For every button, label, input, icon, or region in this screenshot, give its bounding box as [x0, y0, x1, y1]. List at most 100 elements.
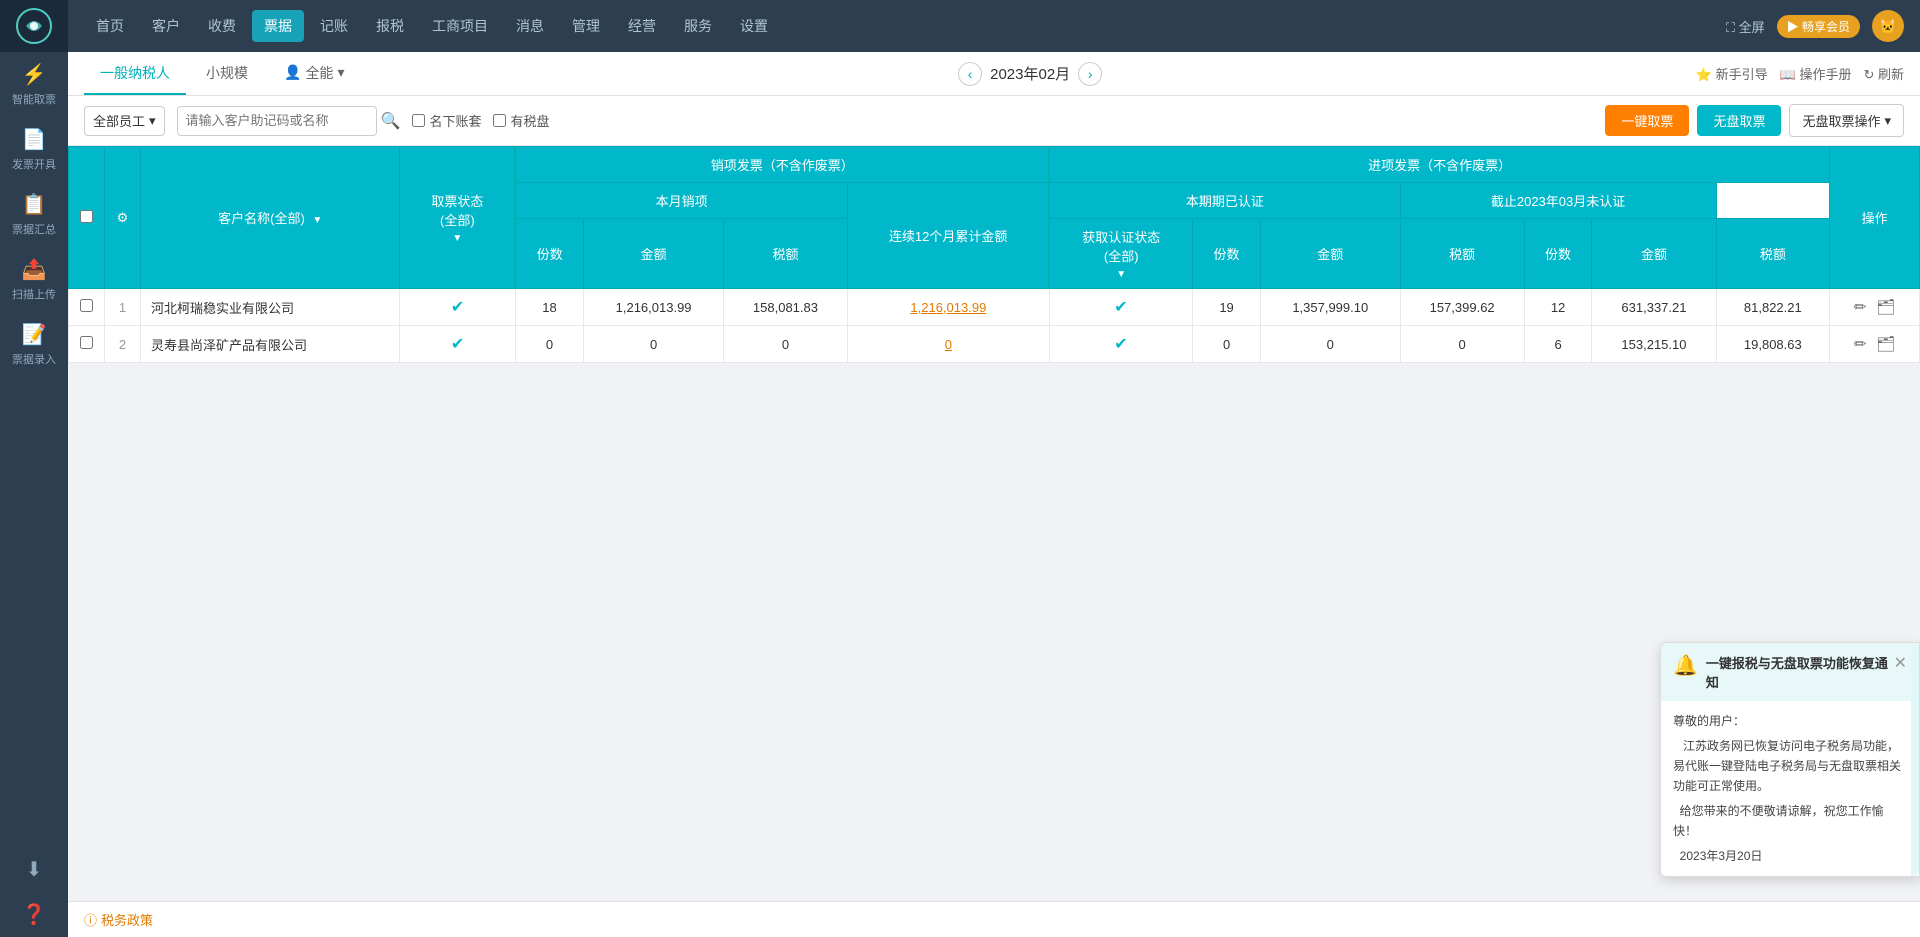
sidebar-logo[interactable] — [0, 0, 68, 52]
under-account-checkbox[interactable] — [412, 114, 425, 127]
nav-service[interactable]: 服务 — [672, 10, 724, 42]
toolbar: 全部员工 ▾ 🔍 名下账套 有税盘 一键取票 无盘取票 无盘取票操 — [68, 96, 1920, 146]
th-purchase-month: 本期期已认证 — [1049, 183, 1400, 219]
row2-sales-continuous[interactable]: 0 — [847, 326, 1049, 363]
new-guide-btn[interactable]: ⭐ 新手引导 — [1696, 64, 1768, 83]
row2-sales-tax: 0 — [723, 326, 847, 363]
scan-upload-icon: 📤 — [22, 257, 47, 282]
period-nav: ‹ 2023年02月 › — [958, 62, 1102, 86]
has-tax-disk-checkbox-label[interactable]: 有税盘 — [493, 111, 549, 130]
row1-actions: ✏ 🗂 — [1830, 289, 1920, 326]
nav-management[interactable]: 管理 — [560, 10, 612, 42]
fetch-check-icon: ✔ — [451, 299, 464, 316]
row1-sales-continuous[interactable]: 1,216,013.99 — [847, 289, 1049, 326]
sidebar-item-scan-upload[interactable]: 📤 扫描上传 — [0, 247, 68, 312]
notif-greeting: 尊敬的用户： — [1673, 711, 1907, 731]
tax-policy-link[interactable]: ⓘ 税务政策 — [84, 910, 153, 929]
row2-b-tax: 19,808.63 — [1716, 326, 1830, 363]
nav-home[interactable]: 首页 — [84, 10, 136, 42]
fullscreen-btn[interactable]: ⛶ 全屏 — [1726, 17, 1765, 36]
sidebar-item-download[interactable]: ⬇ — [0, 847, 68, 892]
notif-content: 江苏政务网已恢复访问电子税务局功能，易代账一键登陆电子税务局与无盘取票相关功能可… — [1673, 736, 1907, 797]
period-prev-btn[interactable]: ‹ — [958, 62, 982, 86]
period-next-btn[interactable]: › — [1078, 62, 1102, 86]
row1-view-btn[interactable]: 🗂 — [1876, 299, 1895, 316]
nav-business[interactable]: 工商项目 — [420, 10, 500, 42]
row2-edit-btn[interactable]: ✏ — [1854, 336, 1867, 353]
notification-header: 🔔 一键报税与无盘取票功能恢复通知 ✕ — [1661, 643, 1919, 701]
th-action: 操作 — [1830, 147, 1920, 289]
sidebar-item-smart-fetch[interactable]: ⚡ 智能取票 — [0, 52, 68, 117]
row1-edit-btn[interactable]: ✏ — [1854, 299, 1867, 316]
help-icon: ❓ — [22, 902, 47, 927]
row1-sales-amount: 1,216,013.99 — [584, 289, 724, 326]
sidebar-item-help[interactable]: ❓ — [0, 892, 68, 937]
bottom-bar: ⓘ 税务政策 — [68, 901, 1920, 937]
tab-general-taxpayer[interactable]: 一般纳税人 — [84, 53, 186, 95]
employee-select[interactable]: 全部员工 ▾ — [84, 106, 165, 136]
tab-right-actions: ⭐ 新手引导 📖 操作手册 ↻ 刷新 — [1696, 64, 1904, 83]
purchase-status-filter[interactable]: ▼ — [1116, 269, 1126, 280]
vip-button[interactable]: ▶ 畅享会员 — [1777, 15, 1860, 38]
sidebar-item-data-entry[interactable]: 📝 票据录入 — [0, 312, 68, 377]
purchase-check-icon: ✔ — [1114, 299, 1127, 316]
nav-bookkeeping[interactable]: 记账 — [308, 10, 360, 42]
sidebar-item-invoice-summary[interactable]: 📋 票据汇总 — [0, 182, 68, 247]
all-tab-icon: 👤 — [284, 64, 301, 81]
row1-num: 1 — [105, 289, 141, 326]
invoice-open-icon: 📄 — [22, 127, 47, 152]
has-tax-disk-checkbox[interactable] — [493, 114, 506, 127]
row1-p-tax: 157,399.62 — [1400, 289, 1524, 326]
notif-bell-icon: 🔔 — [1673, 653, 1698, 678]
content-area: 一般纳税人 小规模 👤 全能 ▾ ‹ 2023年02月 › — [68, 52, 1920, 937]
fetch-check-icon2: ✔ — [451, 336, 464, 353]
row2-view-btn[interactable]: 🗂 — [1876, 336, 1895, 353]
row1-check[interactable] — [69, 289, 105, 326]
table-row: 1 河北柯瑞稳实业有限公司 ✔ 18 1,216,013.99 158,081.… — [69, 289, 1920, 326]
topnav: 首页 客户 收费 票据 记账 报税 工商项目 消息 管理 经营 服务 设置 ⛶ … — [68, 0, 1920, 52]
fetch-status-filter-icon[interactable]: ▼ — [452, 233, 462, 244]
row1-b-amount: 631,337.21 — [1592, 289, 1716, 326]
nav-message[interactable]: 消息 — [504, 10, 556, 42]
row2-check[interactable] — [69, 326, 105, 363]
customer-search-input[interactable] — [177, 106, 377, 136]
user-avatar[interactable]: 🐱 — [1872, 10, 1904, 42]
nav-invoice[interactable]: 票据 — [252, 10, 304, 42]
download-icon: ⬇ — [26, 857, 43, 882]
notif-apology: 给您带来的不便敬请谅解，祝您工作愉快！ — [1673, 801, 1907, 842]
no-disk-more-btn[interactable]: 无盘取票操作 ▾ — [1789, 104, 1904, 137]
no-disk-fetch-btn[interactable]: 无盘取票 — [1697, 105, 1781, 136]
nav-tax[interactable]: 报税 — [364, 10, 416, 42]
nav-settings[interactable]: 设置 — [728, 10, 780, 42]
tab-small-scale[interactable]: 小规模 — [190, 53, 264, 95]
row1-b-tax: 81,822.21 — [1716, 289, 1830, 326]
nav-operation[interactable]: 经营 — [616, 10, 668, 42]
row1-fetch-status: ✔ — [400, 289, 515, 326]
tab-all[interactable]: 👤 全能 ▾ — [268, 53, 360, 95]
manual-btn[interactable]: 📖 操作手册 — [1780, 64, 1852, 83]
nav-customer[interactable]: 客户 — [140, 10, 192, 42]
table-container: ⚙ 客户名称(全部) ▼ 取票状态(全部) ▼ 销项发票（不含作废票） 进项发票… — [68, 146, 1920, 901]
row2-b-count: 6 — [1524, 326, 1592, 363]
refresh-btn[interactable]: ↻ 刷新 — [1863, 64, 1904, 83]
select-all-checkbox[interactable] — [80, 210, 93, 223]
table-row: 2 灵寿县尚泽矿产品有限公司 ✔ 0 0 0 0 ✔ 0 0 0 6 — [69, 326, 1920, 363]
row2-num: 2 — [105, 326, 141, 363]
th-sales-tax: 税额 — [723, 219, 847, 289]
th-purchase-status: 获取认证状态(全部) ▼ — [1049, 219, 1192, 289]
search-button[interactable]: 🔍 — [381, 111, 401, 131]
row2-b-amount: 153,215.10 — [1592, 326, 1716, 363]
one-click-fetch-btn[interactable]: 一键取票 — [1605, 105, 1689, 136]
row1-p-count: 19 — [1193, 289, 1261, 326]
under-account-checkbox-label[interactable]: 名下账套 — [412, 111, 481, 130]
purchase-check-icon2: ✔ — [1114, 336, 1127, 353]
nav-billing[interactable]: 收费 — [196, 10, 248, 42]
notification-close-btn[interactable]: ✕ — [1894, 653, 1907, 673]
employee-select-chevron: ▾ — [149, 113, 156, 129]
tab-bar: 一般纳税人 小规模 👤 全能 ▾ ‹ 2023年02月 › — [68, 52, 1920, 96]
th-sales-count: 份数 — [515, 219, 583, 289]
customer-filter-icon[interactable]: ▼ — [312, 215, 322, 226]
sidebar-item-invoice-open[interactable]: 📄 发票开具 — [0, 117, 68, 182]
th-purchase-before: 截止2023年03月未认证 — [1400, 183, 1716, 219]
row2-p-amount: 0 — [1260, 326, 1400, 363]
